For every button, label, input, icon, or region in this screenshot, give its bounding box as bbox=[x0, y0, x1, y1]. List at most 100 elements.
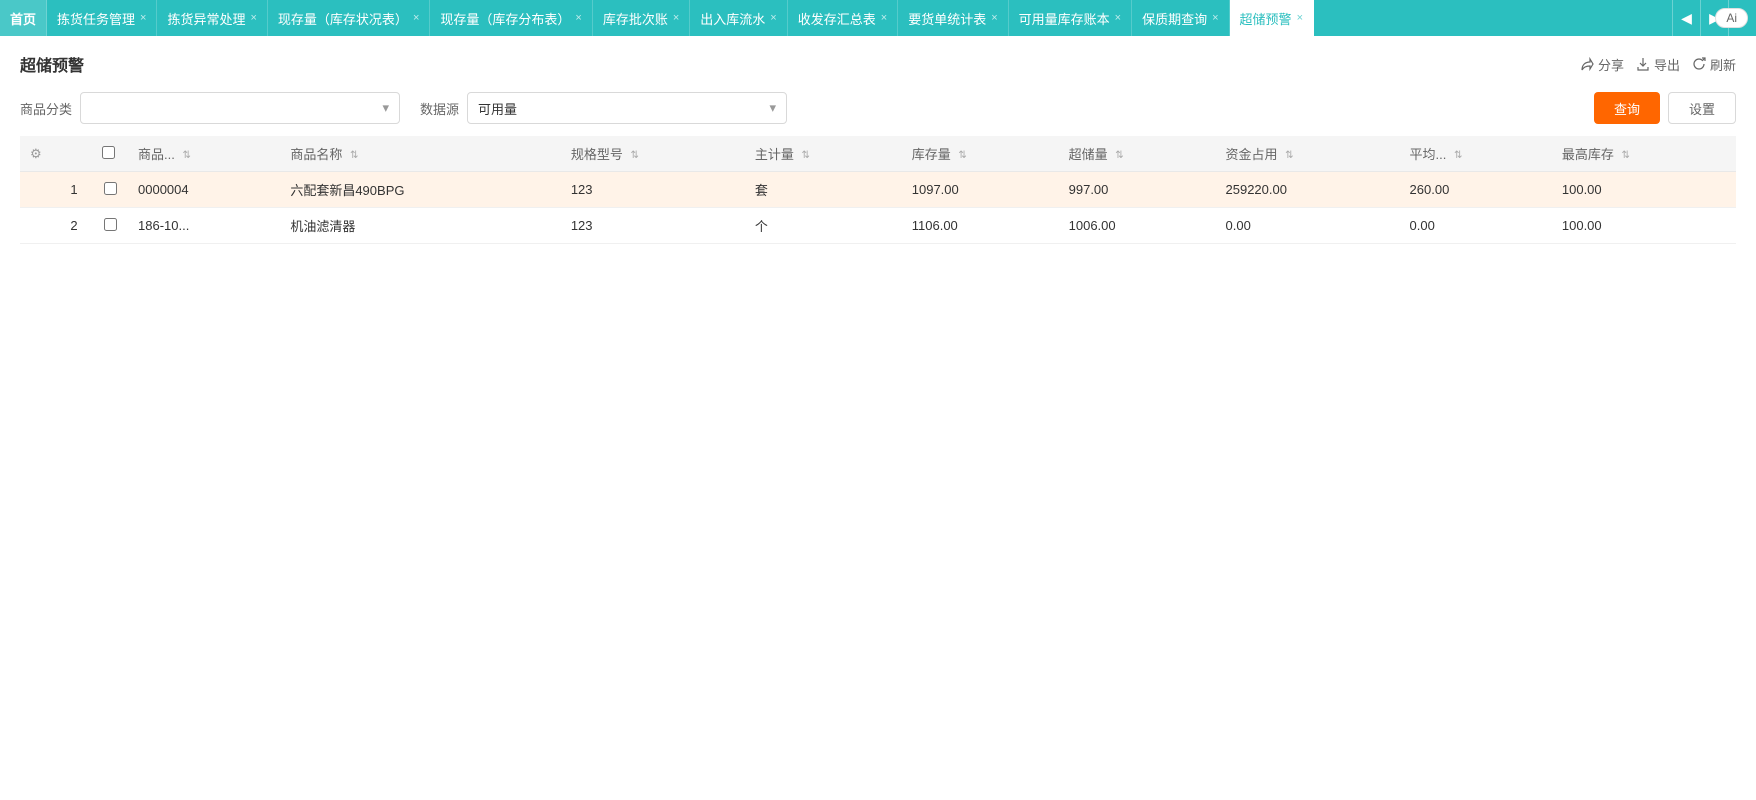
row-avg: 0.00 bbox=[1400, 208, 1552, 244]
close-icon[interactable]: × bbox=[250, 12, 256, 24]
gear-icon[interactable]: ⚙ bbox=[30, 146, 42, 161]
table-col-code: 商品... ⇅ bbox=[128, 136, 280, 172]
close-icon[interactable]: × bbox=[1115, 12, 1121, 24]
close-icon[interactable]: × bbox=[575, 12, 581, 24]
chevron-down-icon: ▾ bbox=[382, 100, 389, 116]
filter-action-buttons: 查询 设置 bbox=[1594, 92, 1736, 124]
row-gear-cell bbox=[20, 208, 56, 244]
refresh-icon bbox=[1692, 57, 1706, 71]
table-col-unit: 主计量 ⇅ bbox=[745, 136, 902, 172]
datasource-select[interactable]: 可用量 ▾ bbox=[467, 92, 787, 124]
nav-item-inv1[interactable]: 现存量（库存状况表） × bbox=[268, 0, 430, 36]
datasource-select-wrapper: 可用量 ▾ bbox=[467, 92, 787, 124]
row-maxstock: 100.00 bbox=[1552, 208, 1736, 244]
row-unit: 个 bbox=[745, 208, 902, 244]
datasource-value: 可用量 bbox=[478, 99, 517, 118]
table-col-stock: 库存量 ⇅ bbox=[902, 136, 1059, 172]
close-icon[interactable]: × bbox=[770, 12, 776, 24]
row-code: 186-10... bbox=[128, 208, 280, 244]
settings-button[interactable]: 设置 bbox=[1668, 92, 1736, 124]
close-icon[interactable]: × bbox=[1297, 12, 1303, 24]
title-actions: 分享 导出 刷新 bbox=[1580, 55, 1736, 74]
table-col-spec: 规格型号 ⇅ bbox=[561, 136, 745, 172]
nav-item-avail[interactable]: 可用量库存账本 × bbox=[1009, 0, 1132, 36]
share-button[interactable]: 分享 bbox=[1580, 55, 1624, 74]
close-icon[interactable]: × bbox=[881, 12, 887, 24]
nav-item-home[interactable]: 首页 bbox=[0, 0, 47, 36]
row-stock: 1097.00 bbox=[902, 172, 1059, 208]
close-icon[interactable]: × bbox=[413, 12, 419, 24]
sort-icon[interactable]: ⇅ bbox=[182, 151, 190, 161]
close-icon[interactable]: × bbox=[673, 12, 679, 24]
table-col-num bbox=[56, 136, 92, 172]
page-title-row: 超储预警 分享 导出 刷新 bbox=[20, 52, 1736, 76]
nav-item-batch[interactable]: 库存批次账 × bbox=[593, 0, 690, 36]
row-num: 1 bbox=[56, 172, 92, 208]
table-col-checkbox bbox=[92, 136, 128, 172]
row-checkbox-cell bbox=[92, 208, 128, 244]
row-capital: 0.00 bbox=[1216, 208, 1400, 244]
nav-item-over[interactable]: 超储预警 × bbox=[1230, 0, 1314, 36]
sort-icon[interactable]: ⇅ bbox=[1454, 151, 1462, 161]
row-unit: 套 bbox=[745, 172, 902, 208]
sort-icon[interactable]: ⇅ bbox=[1622, 151, 1630, 161]
row-code: 0000004 bbox=[128, 172, 280, 208]
category-filter: 商品分类 ▾ bbox=[20, 92, 400, 124]
table-col-over: 超储量 ⇅ bbox=[1059, 136, 1216, 172]
query-button[interactable]: 查询 bbox=[1594, 92, 1660, 124]
row-name: 机油滤清器 bbox=[280, 208, 561, 244]
sort-icon[interactable]: ⇅ bbox=[1285, 151, 1293, 161]
ai-button[interactable]: Ai bbox=[1715, 8, 1748, 28]
table-col-name: 商品名称 ⇅ bbox=[280, 136, 561, 172]
table-row: 1 0000004 六配套新昌490BPG 123 套 1097.00 997.… bbox=[20, 172, 1736, 208]
category-select[interactable]: ▾ bbox=[80, 92, 400, 124]
row-avg: 260.00 bbox=[1400, 172, 1552, 208]
select-all-checkbox[interactable] bbox=[102, 146, 115, 159]
sort-icon[interactable]: ⇅ bbox=[802, 151, 810, 161]
nav-item-collect[interactable]: 收发存汇总表 × bbox=[788, 0, 898, 36]
nav-item-expire[interactable]: 保质期查询 × bbox=[1132, 0, 1229, 36]
row-checkbox-cell bbox=[92, 172, 128, 208]
close-icon[interactable]: × bbox=[991, 12, 997, 24]
row-checkbox[interactable] bbox=[104, 182, 117, 195]
row-capital: 259220.00 bbox=[1216, 172, 1400, 208]
nav-item-inout[interactable]: 出入库流水 × bbox=[690, 0, 787, 36]
sort-icon[interactable]: ⇅ bbox=[350, 151, 358, 161]
close-icon[interactable]: × bbox=[140, 12, 146, 24]
nav-item-tuo2[interactable]: 拣货异常处理 × bbox=[157, 0, 267, 36]
row-name: 六配套新昌490BPG bbox=[280, 172, 561, 208]
row-checkbox[interactable] bbox=[104, 218, 117, 231]
datasource-label: 数据源 bbox=[420, 99, 459, 118]
refresh-button[interactable]: 刷新 bbox=[1692, 55, 1736, 74]
nav-left-arrow[interactable]: ◀ bbox=[1672, 0, 1700, 36]
sort-icon[interactable]: ⇅ bbox=[1115, 151, 1123, 161]
sort-icon[interactable]: ⇅ bbox=[630, 151, 638, 161]
export-icon bbox=[1636, 57, 1650, 71]
sort-icon[interactable]: ⇅ bbox=[958, 151, 966, 161]
chevron-down-icon: ▾ bbox=[770, 100, 777, 116]
row-over: 1006.00 bbox=[1059, 208, 1216, 244]
table-col-maxstock: 最高库存 ⇅ bbox=[1552, 136, 1736, 172]
table-header-row: ⚙ 商品... ⇅ 商品名称 ⇅ 规格型号 ⇅ bbox=[20, 136, 1736, 172]
row-spec: 123 bbox=[561, 172, 745, 208]
page-title: 超储预警 bbox=[20, 52, 84, 76]
row-stock: 1106.00 bbox=[902, 208, 1059, 244]
data-table: ⚙ 商品... ⇅ 商品名称 ⇅ 规格型号 ⇅ bbox=[20, 136, 1736, 244]
row-over: 997.00 bbox=[1059, 172, 1216, 208]
row-num: 2 bbox=[56, 208, 92, 244]
datasource-filter: 数据源 可用量 ▾ bbox=[420, 92, 787, 124]
row-maxstock: 100.00 bbox=[1552, 172, 1736, 208]
top-right-area: Ai bbox=[1715, 0, 1756, 36]
nav-item-tuo1[interactable]: 拣货任务管理 × bbox=[47, 0, 157, 36]
nav-item-req[interactable]: 要货单统计表 × bbox=[898, 0, 1008, 36]
nav-item-inv2[interactable]: 现存量（库存分布表） × bbox=[430, 0, 592, 36]
nav-bar: 首页 拣货任务管理 × 拣货异常处理 × 现存量（库存状况表） × 现存量（库存… bbox=[0, 0, 1756, 36]
category-select-wrapper: ▾ bbox=[80, 92, 400, 124]
close-icon[interactable]: × bbox=[1212, 12, 1218, 24]
export-button[interactable]: 导出 bbox=[1636, 55, 1680, 74]
share-icon bbox=[1580, 57, 1594, 71]
row-spec: 123 bbox=[561, 208, 745, 244]
row-gear-cell bbox=[20, 172, 56, 208]
page-content: 超储预警 分享 导出 刷新 bbox=[0, 36, 1756, 260]
table-col-avg: 平均... ⇅ bbox=[1400, 136, 1552, 172]
